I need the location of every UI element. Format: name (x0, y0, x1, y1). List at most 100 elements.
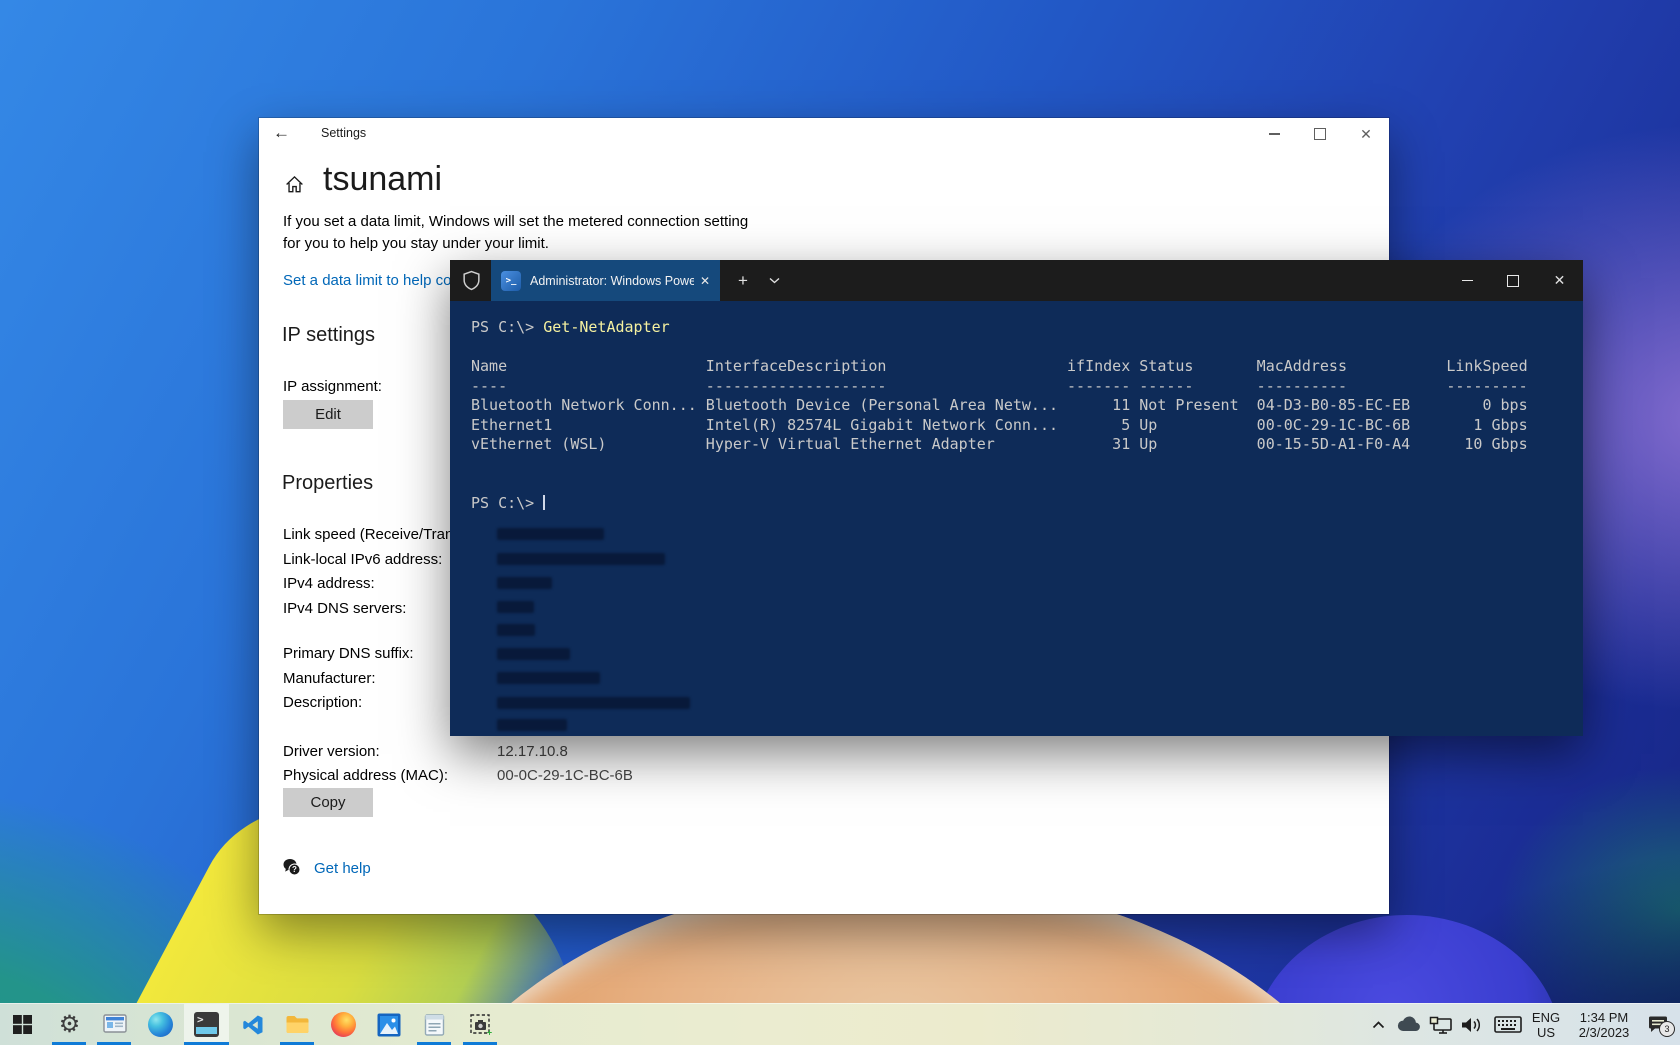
terminal-close-button[interactable]: ✕ (1536, 260, 1583, 301)
terminal-output: PS C:\> Get-NetAdapter Name InterfaceDes… (471, 318, 1583, 513)
table-row: Ethernet1 Intel(R) 82574L Gigabit Networ… (471, 416, 1583, 436)
get-help-link[interactable]: Get help (314, 860, 371, 877)
gear-icon: ⚙ (59, 1013, 81, 1037)
prompt-line: PS C:\> (471, 494, 1583, 514)
data-limit-description-line1: If you set a data limit, Windows will se… (283, 213, 748, 230)
taskbar-edge-button[interactable] (138, 1004, 183, 1045)
photos-icon (377, 1013, 401, 1037)
system-properties-icon (103, 1014, 127, 1035)
table-header: Name InterfaceDescription ifIndex Status… (471, 357, 1583, 377)
powershell-icon: >_ (501, 271, 521, 291)
svg-text:+: + (486, 1027, 491, 1037)
vscode-icon (241, 1013, 265, 1037)
edit-button[interactable]: Edit (283, 400, 373, 429)
property-row: Link-local IPv6 address: (283, 551, 442, 569)
ip-assignment-label: IP assignment: (283, 378, 382, 395)
settings-titlebar[interactable]: ← Settings ✕ (259, 118, 1389, 150)
language-code: ENG (1532, 1010, 1560, 1025)
tab-administrator-powershell[interactable]: >_ Administrator: Windows Powe ✕ (491, 260, 720, 301)
text-cursor (543, 495, 545, 510)
settings-window-title: Settings (321, 126, 366, 140)
terminal-minimize-button[interactable] (1444, 260, 1490, 301)
property-row: Description: (283, 694, 362, 712)
desktop: ← Settings ✕ tsunami If you set a data l… (0, 0, 1680, 1045)
property-row: IPv4 DNS servers: (283, 600, 406, 618)
tab-title: Administrator: Windows Powe (530, 274, 694, 288)
admin-shield-icon (461, 270, 482, 296)
set-data-limit-link[interactable]: Set a data limit to help con (283, 272, 460, 289)
property-value: 00-0C-29-1C-BC-6B (497, 767, 633, 784)
back-arrow-icon[interactable]: ← (273, 123, 290, 143)
tab-close-icon[interactable]: ✕ (694, 274, 710, 288)
network-icon[interactable] (1427, 1004, 1455, 1045)
home-icon (284, 174, 305, 200)
acrylic-bleed (497, 577, 552, 589)
property-row: Link speed (Receive/Transm (283, 526, 473, 544)
acrylic-bleed (497, 601, 534, 613)
property-row: Primary DNS suffix: (283, 645, 414, 663)
tray-time: 1:34 PM (1579, 1010, 1630, 1025)
property-row: Driver version: 12.17.10.8 (283, 743, 380, 761)
settings-maximize-button[interactable] (1297, 119, 1343, 149)
new-tab-button[interactable]: + (730, 260, 756, 301)
taskbar-settings-button[interactable]: ⚙ (47, 1004, 92, 1045)
terminal-body[interactable]: PS C:\> Get-NetAdapter Name InterfaceDes… (450, 301, 1583, 736)
touch-keyboard-icon[interactable] (1492, 1004, 1524, 1045)
taskbar-notepad-button[interactable] (412, 1004, 457, 1045)
taskbar-system-properties-button[interactable] (92, 1004, 137, 1045)
windows-logo-icon (13, 1015, 32, 1034)
property-value: 12.17.10.8 (497, 743, 568, 760)
command-text: Get-NetAdapter (543, 318, 669, 336)
language-indicator[interactable]: ENGUS (1528, 1004, 1564, 1045)
acrylic-bleed (497, 697, 690, 709)
taskbar-firefox-button[interactable] (321, 1004, 366, 1045)
terminal-titlebar[interactable]: >_ Administrator: Windows Powe ✕ + ✕ (450, 260, 1583, 301)
edge-icon (148, 1012, 173, 1037)
terminal-maximize-button[interactable] (1490, 260, 1536, 301)
taskbar-photos-button[interactable] (366, 1004, 411, 1045)
folder-icon (285, 1014, 310, 1035)
notification-badge: 3 (1659, 1021, 1675, 1037)
table-row: Bluetooth Network Conn... Bluetooth Devi… (471, 396, 1583, 416)
acrylic-bleed (497, 528, 604, 540)
copy-button[interactable]: Copy (283, 788, 373, 817)
onedrive-cloud-icon[interactable] (1394, 1004, 1422, 1045)
acrylic-bleed (497, 648, 570, 660)
acrylic-bleed (497, 624, 535, 636)
data-limit-description-line2: for you to help you stay under your limi… (283, 235, 549, 252)
taskbar: ⚙ > (0, 1003, 1680, 1045)
tray-date: 2/3/2023 (1579, 1025, 1630, 1040)
acrylic-bleed (497, 719, 567, 731)
taskbar-vscode-button[interactable] (230, 1004, 275, 1045)
tray-overflow-chevron[interactable] (1364, 1004, 1392, 1045)
page-title: tsunami (323, 160, 442, 199)
volume-icon[interactable] (1457, 1004, 1487, 1045)
table-separator: ---- -------------------- ------- ------… (471, 377, 1583, 397)
notepad-icon (424, 1013, 445, 1037)
greenshot-icon: + (469, 1013, 493, 1037)
properties-heading: Properties (282, 472, 373, 495)
start-button[interactable] (0, 1004, 45, 1045)
ip-settings-heading: IP settings (282, 324, 375, 347)
tab-dropdown-button[interactable] (761, 260, 787, 301)
settings-close-button[interactable]: ✕ (1343, 119, 1389, 149)
clock[interactable]: 1:34 PM2/3/2023 (1564, 1004, 1644, 1045)
command-line: PS C:\> Get-NetAdapter (471, 318, 1583, 338)
notifications-icon: 3 (1648, 1016, 1668, 1033)
terminal-window: >_ Administrator: Windows Powe ✕ + ✕ (450, 260, 1583, 736)
windows-terminal-icon: > (194, 1012, 219, 1037)
acrylic-bleed (497, 672, 600, 684)
table-row: vEthernet (WSL) Hyper-V Virtual Ethernet… (471, 435, 1583, 455)
property-row: Physical address (MAC): 00-0C-29-1C-BC-6… (283, 767, 448, 785)
action-center-button[interactable]: 3 (1640, 1004, 1676, 1045)
settings-minimize-button[interactable] (1251, 119, 1297, 149)
property-row: Manufacturer: (283, 670, 376, 688)
acrylic-bleed (497, 553, 665, 565)
property-row: IPv4 address: (283, 575, 375, 593)
svg-text:?: ? (292, 865, 297, 874)
firefox-icon (331, 1012, 356, 1037)
get-help-icon: ? (282, 858, 301, 881)
taskbar-file-explorer-button[interactable] (275, 1004, 320, 1045)
taskbar-greenshot-button[interactable]: + (458, 1004, 503, 1045)
taskbar-terminal-button[interactable]: > (184, 1004, 229, 1045)
